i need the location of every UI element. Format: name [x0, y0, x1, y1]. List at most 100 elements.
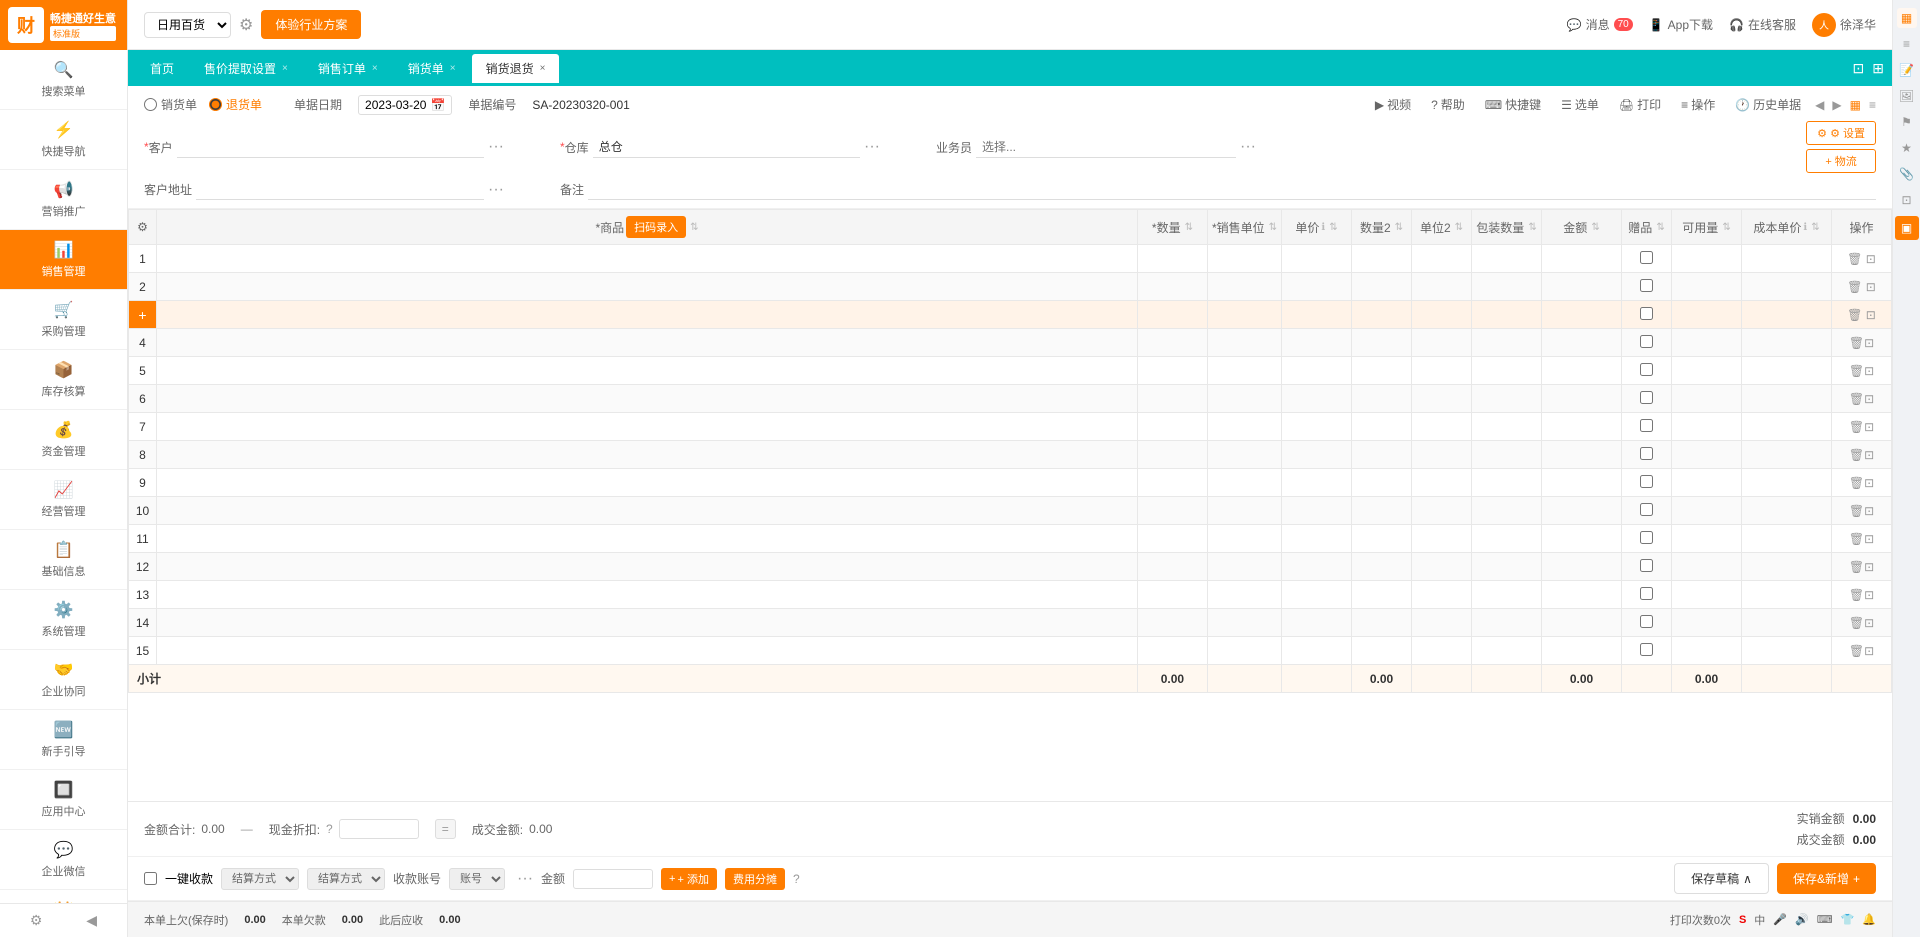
warehouse-input[interactable]	[593, 137, 860, 158]
right-panel-star[interactable]: ★	[1897, 138, 1917, 158]
customer-input[interactable]	[177, 137, 484, 158]
amount-input[interactable]	[573, 869, 653, 889]
tab-sales-shipment[interactable]: 销货单 ×	[394, 54, 470, 83]
one-click-payment-checkbox[interactable]	[144, 872, 157, 885]
pkg-cell-3[interactable]	[1472, 301, 1542, 329]
qty2-cell-1[interactable]	[1352, 245, 1412, 273]
available-cell-3[interactable]	[1672, 301, 1742, 329]
warehouse-dots[interactable]: ···	[864, 138, 880, 156]
table-scroll[interactable]: ⚙ *商品 扫码录入 ⇅ *数量	[128, 209, 1892, 801]
cost-cell-3[interactable]	[1742, 301, 1832, 329]
sidebar-item-inventory[interactable]: 📦 库存核算	[0, 350, 127, 410]
address-dots[interactable]: ···	[488, 181, 504, 199]
logistics-btn[interactable]: + 物流	[1806, 149, 1876, 173]
discount-input[interactable]	[339, 819, 419, 839]
amount-cell-3[interactable]	[1542, 301, 1622, 329]
sort-icon-cost[interactable]: ⇅	[1811, 222, 1819, 233]
help-btn[interactable]: ? 帮助	[1425, 94, 1471, 115]
qty-cell-1[interactable]	[1137, 245, 1207, 273]
product-cell-3[interactable]	[157, 301, 1138, 329]
shortcut-btn[interactable]: ⌨ 快捷键	[1479, 94, 1547, 115]
print-btn[interactable]: 🖨 打印	[1613, 94, 1667, 115]
save-draft-btn[interactable]: 保存草稿 ∧	[1674, 863, 1769, 894]
unit2-cell-2[interactable]	[1412, 273, 1472, 301]
sidebar-collapse-btn[interactable]: ◀	[86, 912, 97, 929]
view-toggle-list[interactable]: ≡	[1869, 98, 1876, 112]
scan-btn[interactable]: 扫码录入	[626, 216, 686, 238]
user-profile-btn[interactable]: 人 徐泽华	[1812, 13, 1876, 37]
tab-price-setting-close[interactable]: ×	[282, 63, 288, 74]
sidebar-item-apps[interactable]: 🔲 应用中心	[0, 770, 127, 830]
calc-method-select[interactable]: 结算方式	[221, 868, 299, 890]
sidebar-item-wechat[interactable]: 💬 企业微信	[0, 830, 127, 890]
return-radio[interactable]: 退货单	[209, 96, 262, 113]
sidebar-item-basic[interactable]: 📋 基础信息	[0, 530, 127, 590]
price-cell-2[interactable]	[1282, 273, 1352, 301]
sort-icon-unit2[interactable]: ⇅	[1455, 222, 1463, 233]
tab-sales-order[interactable]: 销售订单 ×	[304, 54, 392, 83]
sort-icon-product[interactable]: ⇅	[690, 222, 698, 233]
right-panel-list-view[interactable]: ≡	[1897, 34, 1917, 54]
sidebar-item-search[interactable]: 🔍 搜索菜单	[0, 50, 127, 110]
calc-method-select2[interactable]: 结算方式	[307, 868, 385, 890]
sidebar-item-shortcut[interactable]: ⚡ 快捷导航	[0, 110, 127, 170]
unit-cell-1[interactable]	[1207, 245, 1281, 273]
operation-btn[interactable]: ≡ 操作	[1675, 94, 1721, 115]
qty-cell-2[interactable]	[1137, 273, 1207, 301]
right-panel-orange-action[interactable]: ▣	[1895, 216, 1919, 240]
right-panel-clip[interactable]: 📎	[1897, 164, 1917, 184]
select-order-btn[interactable]: ☰ 选单	[1555, 94, 1605, 115]
right-panel-copy[interactable]: ⊡	[1897, 190, 1917, 210]
sort-icon-qty[interactable]: ⇅	[1185, 222, 1193, 233]
add-row-btn[interactable]: +	[134, 306, 152, 324]
amount-cell-2[interactable]	[1542, 273, 1622, 301]
qty2-cell-3[interactable]	[1352, 301, 1412, 329]
fee-help-icon[interactable]: ?	[793, 872, 800, 886]
experience-btn[interactable]: 体验行业方案	[261, 10, 361, 39]
discount-help-icon[interactable]: ?	[326, 822, 333, 836]
product-cell-1[interactable]	[157, 245, 1138, 273]
sidebar-item-finance[interactable]: 💰 资金管理	[0, 410, 127, 470]
video-btn[interactable]: ▶ 视频	[1369, 94, 1417, 115]
delete-icon-2[interactable]: 🗑	[1847, 280, 1862, 294]
save-new-btn[interactable]: 保存&新增 +	[1777, 863, 1876, 894]
copy-icon-2[interactable]: ⊡	[1866, 280, 1876, 294]
right-panel-image[interactable]: 🖼	[1897, 86, 1917, 106]
sort-icon-pkg[interactable]: ⇅	[1528, 222, 1536, 233]
delete-icon-1[interactable]: 🗑	[1847, 252, 1862, 266]
industry-select[interactable]: 日用百货	[144, 12, 231, 38]
product-cell-2[interactable]	[157, 273, 1138, 301]
price-cell-1[interactable]	[1282, 245, 1352, 273]
qty-cell-3[interactable]	[1137, 301, 1207, 329]
cost-cell-2[interactable]	[1742, 273, 1832, 301]
unit-cell-3[interactable]	[1207, 301, 1281, 329]
window-minimize[interactable]: ⊡	[1853, 60, 1865, 77]
sidebar-item-enterprise[interactable]: 🤝 企业协同	[0, 650, 127, 710]
note-input[interactable]	[588, 179, 1876, 200]
right-panel-note[interactable]: 📝	[1897, 60, 1917, 80]
sort-icon-qty2[interactable]: ⇅	[1395, 222, 1403, 233]
unit-cell-2[interactable]	[1207, 273, 1281, 301]
sidebar-item-system[interactable]: ⚙️ 系统管理	[0, 590, 127, 650]
topbar-gear-icon[interactable]: ⚙	[239, 15, 253, 35]
sort-icon-gift[interactable]: ⇅	[1656, 222, 1664, 233]
delete-icon-4[interactable]: 🗑	[1849, 336, 1864, 350]
product-input-3[interactable]	[161, 307, 1133, 322]
account-dots[interactable]: ···	[517, 870, 533, 888]
sidebar-settings-btn[interactable]: ⚙	[30, 912, 43, 929]
qty2-cell-2[interactable]	[1352, 273, 1412, 301]
add-payment-btn[interactable]: + + 添加	[661, 868, 717, 890]
salesperson-input[interactable]	[976, 137, 1236, 158]
price-cell-3[interactable]	[1282, 301, 1352, 329]
date-picker[interactable]: 2023-03-20 📅	[358, 95, 452, 115]
sidebar-item-marketing[interactable]: 📢 营销推广	[0, 170, 127, 230]
account-select[interactable]: 账号	[449, 868, 505, 890]
tab-home[interactable]: 首页	[136, 54, 188, 83]
pkg-cell-2[interactable]	[1472, 273, 1542, 301]
sidebar-item-sales[interactable]: 📊 销售管理	[0, 230, 127, 290]
sort-icon-price[interactable]: ⇅	[1329, 222, 1337, 233]
gift-cell-1[interactable]	[1622, 245, 1672, 273]
delete-icon-5[interactable]: 🗑	[1849, 364, 1864, 378]
tab-sales-return-close[interactable]: ×	[540, 63, 546, 74]
cost-cell-1[interactable]	[1742, 245, 1832, 273]
